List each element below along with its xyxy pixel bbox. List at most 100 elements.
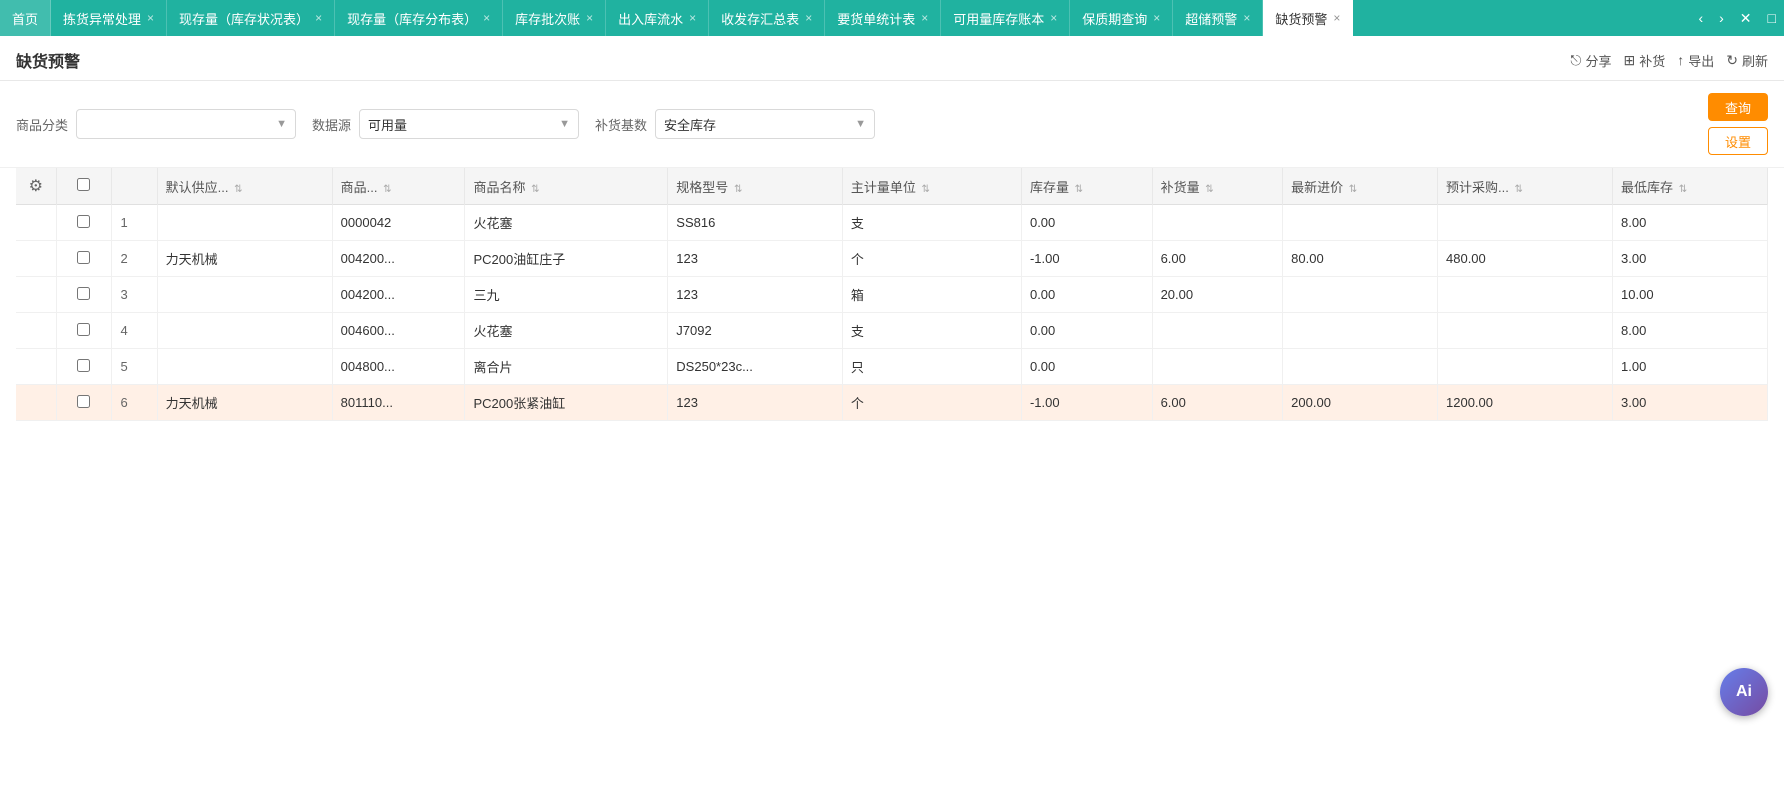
latest-price-column-header[interactable]: 最新进价 ⇅ (1283, 168, 1438, 205)
share-button[interactable]: ⎋ 分享 (1570, 51, 1611, 70)
sort-icon: ⇅ (1679, 184, 1687, 195)
header-actions: ⎋ 分享 ⊞ 补货 ↑ 导出 ↻ 刷新 (1570, 51, 1768, 70)
spec-cell: 123 (668, 241, 843, 277)
tab-home-label: 首页 (12, 9, 38, 28)
tab-inventory-dist-label: 现存量（库存分布表） (347, 9, 477, 28)
sort-icon: ⇅ (1349, 184, 1357, 195)
query-button[interactable]: 查询 (1708, 93, 1768, 121)
stock-cell: 0.00 (1021, 205, 1152, 241)
close-icon[interactable]: × (805, 11, 812, 25)
est-purchase-cell: 1200.00 (1438, 385, 1613, 421)
checkbox-cell[interactable] (56, 205, 112, 241)
checkbox-cell[interactable] (56, 385, 112, 421)
row-checkbox[interactable] (77, 251, 90, 264)
close-icon[interactable]: × (921, 11, 928, 25)
close-icon[interactable]: × (1050, 11, 1057, 25)
tab-available[interactable]: 可用量库存账本 × (941, 0, 1070, 36)
row-checkbox[interactable] (77, 323, 90, 336)
stock-cell: -1.00 (1021, 241, 1152, 277)
close-icon[interactable]: × (315, 11, 322, 25)
replenish-base-select-value: 安全库存 (664, 115, 716, 134)
replenish-base-select[interactable]: 安全库存 ▼ (655, 109, 875, 139)
close-icon[interactable]: × (147, 11, 154, 25)
checkbox-cell[interactable] (56, 241, 112, 277)
select-all-checkbox[interactable] (77, 178, 90, 191)
refresh-button[interactable]: ↻ 刷新 (1726, 51, 1768, 70)
gear-column-header[interactable]: ⚙ (16, 168, 56, 205)
close-icon[interactable]: × (586, 11, 593, 25)
setting-button[interactable]: 设置 (1708, 127, 1768, 155)
est-purchase-cell (1438, 313, 1613, 349)
product-code-column-header[interactable]: 商品... ⇅ (332, 168, 465, 205)
table-row[interactable]: 6 力天机械 801110... PC200张紧油缸 123 个 -1.00 6… (16, 385, 1768, 421)
min-stock-cell: 8.00 (1613, 313, 1768, 349)
checkbox-cell[interactable] (56, 349, 112, 385)
sort-icon: ⇅ (531, 184, 539, 195)
tab-overstock[interactable]: 超储预警 × (1173, 0, 1263, 36)
gear-cell (16, 385, 56, 421)
chevron-down-icon: ▼ (855, 118, 866, 130)
sort-icon: ⇅ (234, 184, 242, 195)
close-icon[interactable]: × (483, 11, 490, 25)
product-name-cell: PC200张紧油缸 (465, 385, 668, 421)
table-row[interactable]: 5 004800... 离合片 DS250*23c... 只 0.00 1.00 (16, 349, 1768, 385)
replenish-qty-column-header[interactable]: 补货量 ⇅ (1152, 168, 1283, 205)
est-purchase-column-header[interactable]: 预计采购... ⇅ (1438, 168, 1613, 205)
tab-inventory-status[interactable]: 现存量（库存状况表） × (167, 0, 335, 36)
tab-scroll-right[interactable]: › (1711, 0, 1732, 36)
tab-overstock-label: 超储预警 (1185, 9, 1237, 28)
tab-requisition-label: 要货单统计表 (837, 9, 915, 28)
sort-icon: ⇅ (1075, 184, 1083, 195)
latest-price-cell (1283, 313, 1438, 349)
row-checkbox[interactable] (77, 287, 90, 300)
table-row[interactable]: 1 0000042 火花塞 SS816 支 0.00 8.00 (16, 205, 1768, 241)
export-button[interactable]: ↑ 导出 (1677, 51, 1714, 70)
unit-cell: 支 (842, 313, 1021, 349)
product-name-cell: 火花塞 (465, 205, 668, 241)
close-icon[interactable]: × (689, 11, 696, 25)
supplier-column-label: 默认供应... (166, 180, 229, 195)
close-icon[interactable]: × (1333, 11, 1340, 25)
checkbox-column-header[interactable] (56, 168, 112, 205)
table-row[interactable]: 2 力天机械 004200... PC200油缸庄子 123 个 -1.00 6… (16, 241, 1768, 277)
page-content: 缺货预警 ⎋ 分享 ⊞ 补货 ↑ 导出 ↻ 刷新 商品分类 (0, 36, 1784, 796)
product-code-cell: 004800... (332, 349, 465, 385)
tab-batch-label: 库存批次账 (515, 9, 580, 28)
supplier-column-header[interactable]: 默认供应... ⇅ (157, 168, 332, 205)
row-checkbox[interactable] (77, 215, 90, 228)
tab-collect[interactable]: 收发存汇总表 × (709, 0, 825, 36)
row-checkbox[interactable] (77, 359, 90, 372)
close-icon[interactable]: × (1243, 11, 1250, 25)
tab-shortage[interactable]: 缺货预警 × (1263, 0, 1353, 36)
stock-column-header[interactable]: 库存量 ⇅ (1021, 168, 1152, 205)
ai-badge[interactable]: Ai (1720, 668, 1768, 716)
stock-cell: 0.00 (1021, 349, 1152, 385)
replenish-base-filter-group: 补货基数 安全库存 ▼ (595, 109, 875, 139)
row-checkbox[interactable] (77, 395, 90, 408)
gear-button[interactable]: ⚙ (29, 176, 43, 196)
category-select[interactable]: ▼ (76, 109, 296, 139)
spec-column-header[interactable]: 规格型号 ⇅ (668, 168, 843, 205)
tab-requisition[interactable]: 要货单统计表 × (825, 0, 941, 36)
spec-cell: 123 (668, 385, 843, 421)
tab-inventory-dist[interactable]: 现存量（库存分布表） × (335, 0, 503, 36)
datasource-select[interactable]: 可用量 ▼ (359, 109, 579, 139)
tab-scroll-left[interactable]: ‹ (1690, 0, 1711, 36)
tab-exception[interactable]: 拣货异常处理 × (51, 0, 167, 36)
product-name-column-header[interactable]: 商品名称 ⇅ (465, 168, 668, 205)
table-row[interactable]: 3 004200... 三九 123 箱 0.00 20.00 10.00 (16, 277, 1768, 313)
close-icon[interactable]: × (1153, 11, 1160, 25)
unit-column-header[interactable]: 主计量单位 ⇅ (842, 168, 1021, 205)
tab-home[interactable]: 首页 (0, 0, 51, 36)
replenish-button[interactable]: ⊞ 补货 (1623, 51, 1665, 70)
checkbox-cell[interactable] (56, 313, 112, 349)
tab-expiry[interactable]: 保质期查询 × (1070, 0, 1173, 36)
checkbox-cell[interactable] (56, 277, 112, 313)
tab-expand[interactable]: □ (1760, 0, 1784, 36)
table-row[interactable]: 4 004600... 火花塞 J7092 支 0.00 8.00 (16, 313, 1768, 349)
min-stock-column-header[interactable]: 最低库存 ⇅ (1613, 168, 1768, 205)
row-num-cell: 5 (112, 349, 157, 385)
tab-batch[interactable]: 库存批次账 × (503, 0, 606, 36)
tab-inout[interactable]: 出入库流水 × (606, 0, 709, 36)
tab-close-all[interactable]: ✕ (1732, 0, 1760, 36)
